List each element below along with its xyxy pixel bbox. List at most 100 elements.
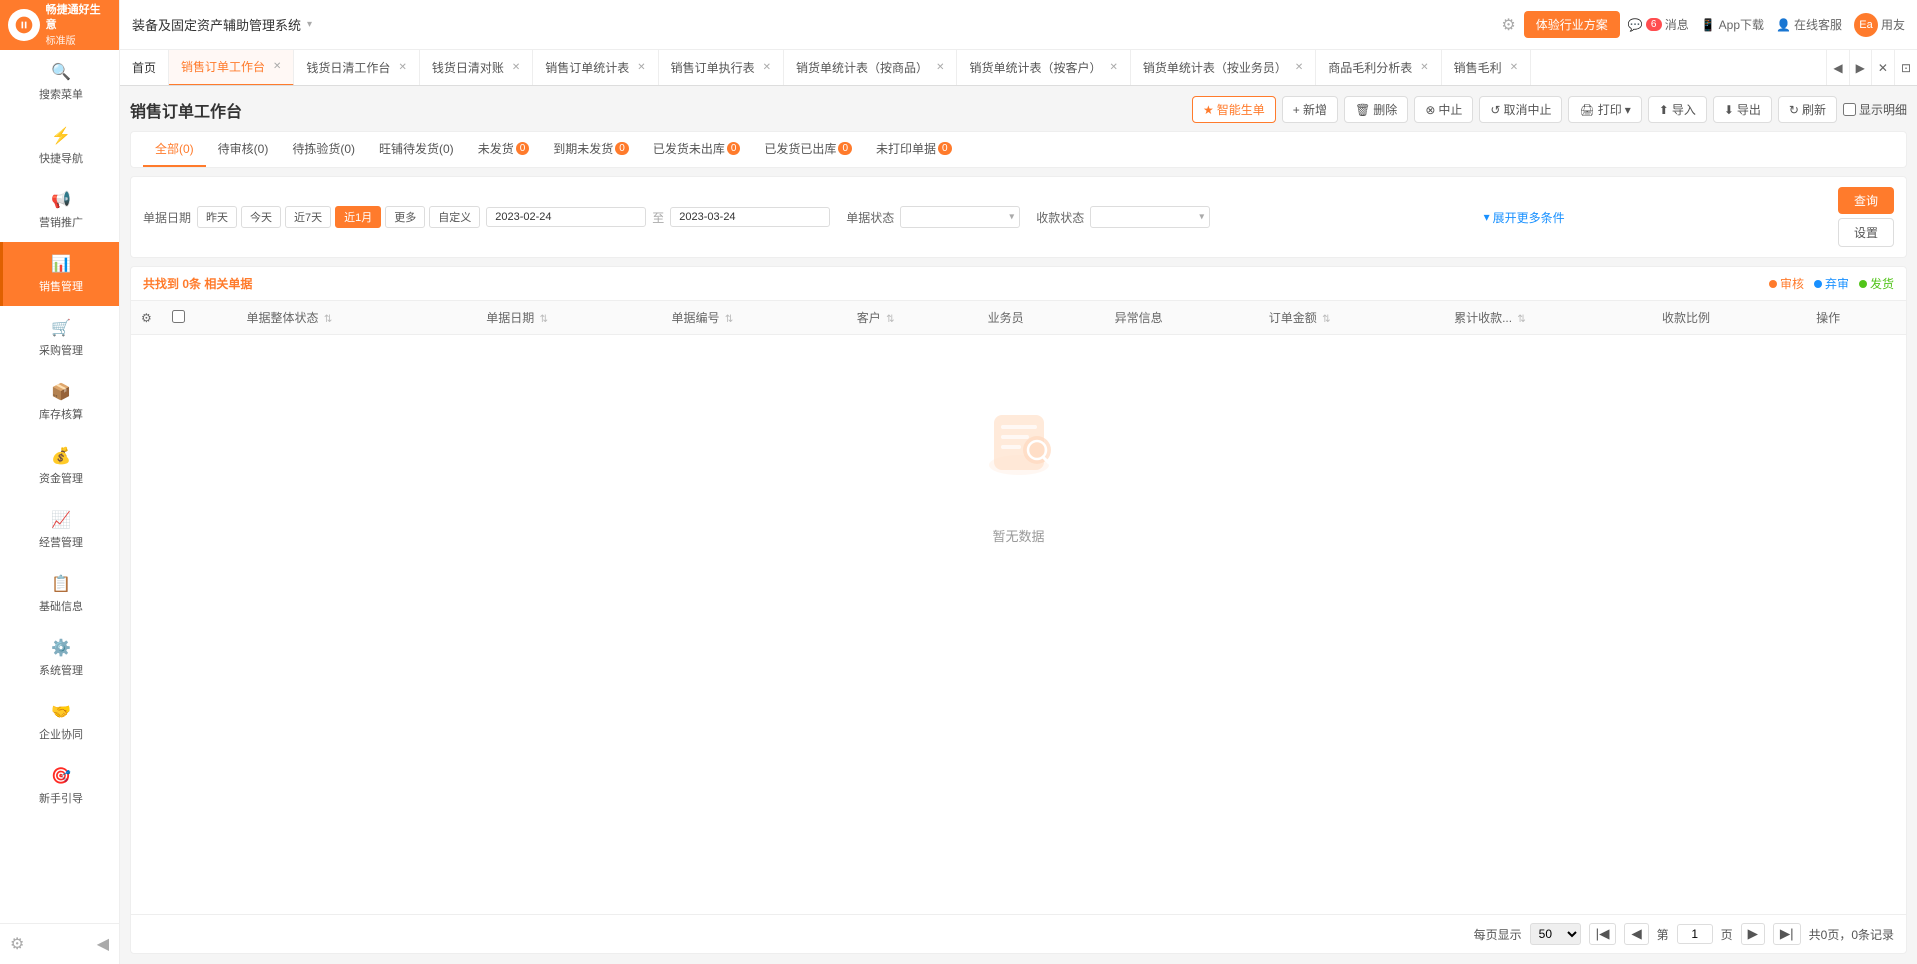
show-detail-checkbox[interactable]: 显示明细 xyxy=(1843,101,1907,118)
tab-close-icon[interactable]: ✕ xyxy=(936,62,944,73)
tab-close-all-btn[interactable]: ✕ xyxy=(1871,50,1894,86)
first-page-btn[interactable]: |◀ xyxy=(1589,923,1617,945)
filter-tab-shipped-not-out[interactable]: 已发货未出库 0 xyxy=(641,132,753,167)
tab-close-icon[interactable]: ✕ xyxy=(273,61,281,72)
filter-tab-all[interactable]: 全部(0) xyxy=(143,132,206,167)
th-customer[interactable]: 客户 ⇅ xyxy=(847,301,978,335)
tab-close-icon[interactable]: ✕ xyxy=(398,62,406,73)
sidebar-item-guide[interactable]: 🎯 新手引导 xyxy=(0,754,119,818)
date-btn-1month[interactable]: 近1月 xyxy=(335,206,381,228)
tab-sales-customer[interactable]: 销货单统计表（按客户） ✕ xyxy=(957,50,1130,86)
sidebar-item-management[interactable]: 📈 经营管理 xyxy=(0,498,119,562)
sidebar-item-inventory[interactable]: 📦 库存核算 xyxy=(0,370,119,434)
settings-gear[interactable]: ⚙ xyxy=(1501,15,1515,35)
tab-cash-reconcile[interactable]: 钱货日清对账 ✕ xyxy=(420,50,533,86)
sidebar-item-purchase[interactable]: 🛒 采购管理 xyxy=(0,306,119,370)
table-scroll[interactable]: ⚙ 单据整体状态 ⇅ 单据日期 ⇅ xyxy=(131,301,1906,914)
next-page-btn[interactable]: ▶ xyxy=(1741,923,1765,945)
th-accumulated[interactable]: 累计收款... ⇅ xyxy=(1444,301,1652,335)
date-btn-today[interactable]: 今天 xyxy=(241,206,281,228)
tabs-bar: 首页 销售订单工作台 ✕ 钱货日清工作台 ✕ 钱货日清对账 ✕ 销售订单统计表 … xyxy=(120,50,1917,86)
filter-tab-unshipped[interactable]: 未发货 0 xyxy=(466,132,542,167)
smart-create-btn[interactable]: ★ 智能生单 xyxy=(1192,96,1276,123)
last-page-btn[interactable]: ▶| xyxy=(1773,923,1801,945)
date-btn-more[interactable]: 更多 xyxy=(385,206,425,228)
online-service-action[interactable]: 👤 在线客服 xyxy=(1776,16,1842,33)
print-btn[interactable]: 🖨 打印 ▾ xyxy=(1568,96,1641,123)
tab-prev-btn[interactable]: ◀ xyxy=(1826,50,1848,86)
abandon-review-action[interactable]: 弃审 xyxy=(1814,275,1849,292)
expand-conditions-btn[interactable]: ▾ 展开更多条件 xyxy=(1484,209,1565,226)
sidebar-item-system[interactable]: ⚙️ 系统管理 xyxy=(0,626,119,690)
payment-select[interactable] xyxy=(1090,206,1210,228)
date-btn-custom[interactable]: 自定义 xyxy=(429,206,480,228)
th-number[interactable]: 单据编号 ⇅ xyxy=(662,301,847,335)
tab-next-btn[interactable]: ▶ xyxy=(1849,50,1871,86)
tab-sales-product[interactable]: 销货单统计表（按商品） ✕ xyxy=(784,50,957,86)
tab-close-icon[interactable]: ✕ xyxy=(512,62,520,73)
query-btn[interactable]: 查询 xyxy=(1838,187,1894,214)
select-all-checkbox[interactable] xyxy=(172,310,185,323)
th-abnormal[interactable]: 异常信息 xyxy=(1105,301,1259,335)
tab-sales-staff[interactable]: 销货单统计表（按业务员） ✕ xyxy=(1131,50,1316,86)
tab-sales-workbench[interactable]: 销售订单工作台 ✕ xyxy=(169,50,294,86)
filter-tab-pending-review[interactable]: 待审核(0) xyxy=(206,132,281,167)
setting-btn[interactable]: 设置 xyxy=(1838,218,1894,247)
tab-close-icon[interactable]: ✕ xyxy=(1109,62,1117,73)
delete-btn[interactable]: 🗑 删除 xyxy=(1344,96,1408,123)
tab-gross-margin[interactable]: 商品毛利分析表 ✕ xyxy=(1316,50,1441,86)
per-page-select[interactable]: 50 100 200 xyxy=(1530,923,1581,945)
tab-close-icon[interactable]: ✕ xyxy=(637,62,645,73)
th-amount[interactable]: 订单金额 ⇅ xyxy=(1259,301,1444,335)
suspend-btn[interactable]: ⊗ 中止 xyxy=(1414,96,1473,123)
refresh-btn[interactable]: ↻ 刷新 xyxy=(1778,96,1837,123)
tab-sales-stats[interactable]: 销售订单统计表 ✕ xyxy=(533,50,658,86)
date-to-input[interactable] xyxy=(670,207,830,227)
review-action[interactable]: 审核 xyxy=(1769,275,1804,292)
import-btn[interactable]: ⬆ 导入 xyxy=(1648,96,1707,123)
tab-maximize-btn[interactable]: ⊡ xyxy=(1894,50,1917,86)
export-btn[interactable]: ⬇ 导出 xyxy=(1713,96,1772,123)
filter-tab-pending-inspect[interactable]: 待拣验货(0) xyxy=(280,132,367,167)
filter-tab-wangpu-ship[interactable]: 旺铺待发货(0) xyxy=(367,132,466,167)
sidebar-item-cooperation[interactable]: 🤝 企业协同 xyxy=(0,690,119,754)
pagination: 每页显示 50 100 200 |◀ ◀ 第 页 ▶ ▶| 共0页，0条记录 xyxy=(131,914,1906,953)
date-btn-yesterday[interactable]: 昨天 xyxy=(197,206,237,228)
filter-tab-unprinted[interactable]: 未打印单据 0 xyxy=(864,132,964,167)
message-action[interactable]: 💬 6 消息 xyxy=(1628,16,1689,33)
date-btn-7days[interactable]: 近7天 xyxy=(285,206,331,228)
tab-sales-profit[interactable]: 销售毛利 ✕ xyxy=(1442,50,1531,86)
cancel-suspend-btn[interactable]: ↺ 取消中止 xyxy=(1479,96,1562,123)
ship-action[interactable]: 发货 xyxy=(1859,275,1894,292)
sidebar-item-search[interactable]: 🔍 搜索菜单 xyxy=(0,50,119,114)
th-staff[interactable]: 业务员 xyxy=(978,301,1105,335)
sales-icon: 📊 xyxy=(51,254,71,274)
tab-cash-daily[interactable]: 钱货日清工作台 ✕ xyxy=(294,50,419,86)
sidebar-item-marketing[interactable]: 📢 营销推广 xyxy=(0,178,119,242)
th-date[interactable]: 单据日期 ⇅ xyxy=(476,301,661,335)
add-btn[interactable]: + 新增 xyxy=(1282,96,1338,123)
sidebar-item-quicknav[interactable]: ⚡ 快捷导航 xyxy=(0,114,119,178)
sidebar-item-basics[interactable]: 📋 基础信息 xyxy=(0,562,119,626)
industry-btn[interactable]: 体验行业方案 xyxy=(1524,11,1620,38)
filter-tab-overdue-ship[interactable]: 到期未发货 0 xyxy=(541,132,641,167)
tab-close-icon[interactable]: ✕ xyxy=(1510,62,1518,73)
tab-close-icon[interactable]: ✕ xyxy=(1420,62,1428,73)
app-download-action[interactable]: 📱 App下载 xyxy=(1701,16,1764,33)
prev-page-btn[interactable]: ◀ xyxy=(1624,923,1648,945)
tab-close-icon[interactable]: ✕ xyxy=(763,62,771,73)
collapse-icon[interactable]: ◀ xyxy=(97,934,109,954)
tab-home[interactable]: 首页 xyxy=(120,50,169,86)
tab-close-icon[interactable]: ✕ xyxy=(1295,62,1303,73)
settings-icon[interactable]: ⚙ xyxy=(10,934,24,954)
th-status[interactable]: 单据整体状态 ⇅ xyxy=(237,301,477,335)
sidebar-item-sales[interactable]: 📊 销售管理 xyxy=(0,242,119,306)
user-action[interactable]: Ea 用友 xyxy=(1854,13,1905,37)
sidebar-item-finance[interactable]: 💰 资金管理 xyxy=(0,434,119,498)
tab-sales-exec[interactable]: 销售订单执行表 ✕ xyxy=(659,50,784,86)
page-input[interactable] xyxy=(1677,924,1713,944)
filter-tab-shipped-out[interactable]: 已发货已出库 0 xyxy=(752,132,864,167)
status-select[interactable] xyxy=(900,206,1020,228)
date-from-input[interactable] xyxy=(486,207,646,227)
basics-icon: 📋 xyxy=(51,574,71,594)
